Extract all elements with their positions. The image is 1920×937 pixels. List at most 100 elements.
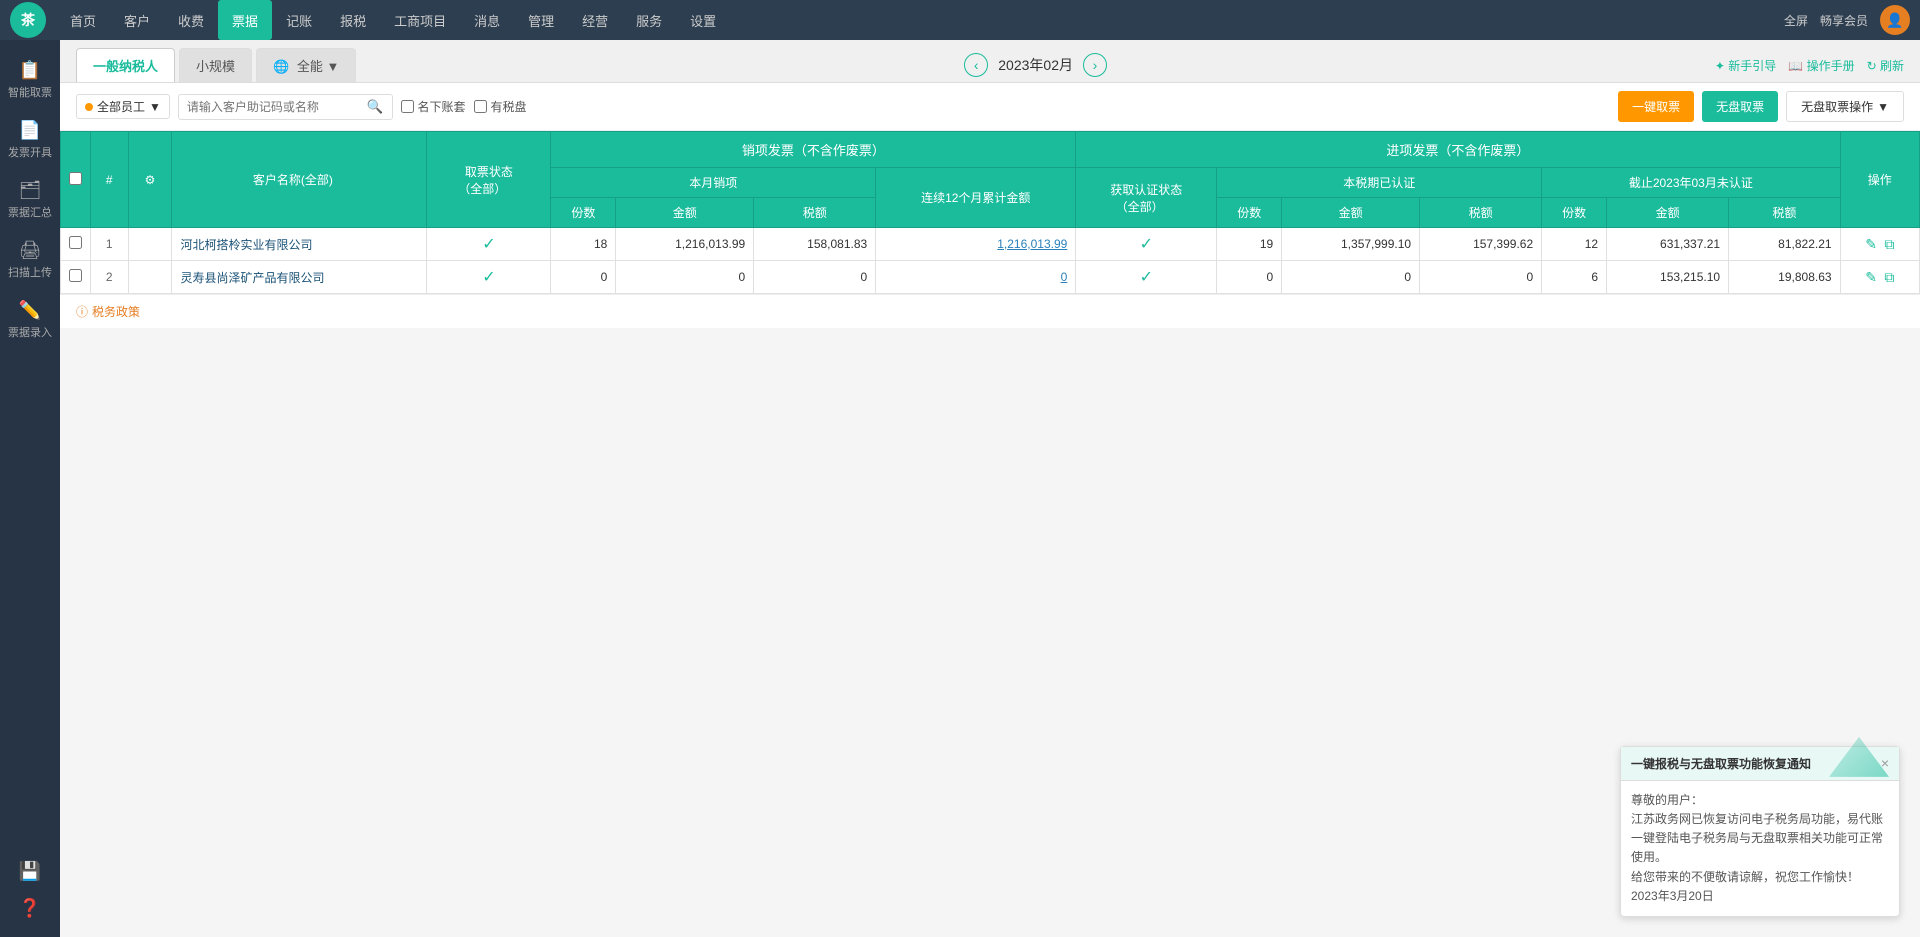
nav-client[interactable]: 客户 bbox=[110, 0, 164, 40]
nav-commerce[interactable]: 工商项目 bbox=[380, 0, 460, 40]
employee-select-arrow: ▼ bbox=[149, 100, 161, 114]
header-sales-group: 销项发票（不含作废票） bbox=[551, 132, 1076, 168]
toolbar-right-buttons: 一键取票 无盘取票 无盘取票操作 ▼ bbox=[1618, 91, 1904, 122]
row1-uncert-tax: 81,822.21 bbox=[1729, 228, 1840, 261]
company-filter-icon[interactable]: ▼ bbox=[336, 176, 346, 187]
sidebar-item-invoice-entry-label: 票据录入 bbox=[8, 324, 52, 340]
row2-copy-icon[interactable]: ⧉ bbox=[1884, 269, 1894, 285]
row2-checkbox[interactable] bbox=[69, 269, 82, 282]
checkbox-tax-disk[interactable]: 有税盘 bbox=[474, 98, 527, 115]
header-current-month: 本月销项 bbox=[551, 168, 876, 198]
row1-certify-status: ✓ bbox=[1076, 228, 1217, 261]
header-purchase-tax: 税额 bbox=[1420, 198, 1542, 228]
subledger-checkbox[interactable] bbox=[401, 100, 414, 113]
fullscreen-button[interactable]: 全屏 bbox=[1784, 12, 1808, 29]
sidebar-item-scan-upload[interactable]: 🖨 扫描上传 bbox=[0, 230, 60, 290]
row1-settings bbox=[128, 228, 172, 261]
search-button[interactable]: 🔍 bbox=[359, 95, 392, 119]
row1-sales-amount: 1,216,013.99 bbox=[616, 228, 754, 261]
refresh-button[interactable]: ↻ 刷新 bbox=[1867, 57, 1904, 74]
row1-cumulative-link[interactable]: 1,216,013.99 bbox=[997, 237, 1067, 251]
row1-company[interactable]: 河北柯搭柃实业有限公司 bbox=[172, 228, 427, 261]
sidebar-item-invoice-open[interactable]: 📄 发票开具 bbox=[0, 110, 60, 170]
manual-button[interactable]: 📖 操作手册 bbox=[1788, 57, 1854, 74]
sidebar-item-invoice-entry[interactable]: ✏️ 票据录入 bbox=[0, 290, 60, 350]
row2-cumulative-link[interactable]: 0 bbox=[1061, 270, 1068, 284]
row2-company[interactable]: 灵寿县尚泽矿产品有限公司 bbox=[172, 261, 427, 294]
header-purchase-count: 份数 bbox=[1217, 198, 1282, 228]
header-uncert-amount: 金额 bbox=[1607, 198, 1729, 228]
tab-bar: 一般纳税人 小规模 🌐 全能 ▼ ‹ 2023年02月 › ✦ 新手引导 📖 操… bbox=[60, 40, 1920, 83]
no-disc-ops-button[interactable]: 无盘取票操作 ▼ bbox=[1786, 91, 1904, 122]
sidebar-download-icon[interactable]: 💾 bbox=[11, 853, 49, 890]
row2-cumulative[interactable]: 0 bbox=[876, 261, 1076, 294]
sidebar-item-invoice-open-label: 发票开具 bbox=[8, 144, 52, 160]
month-nav: ‹ 2023年02月 › bbox=[964, 53, 1107, 77]
row1-sales-tax: 158,081.83 bbox=[754, 228, 876, 261]
row1-purchase-amount: 1,357,999.10 bbox=[1282, 228, 1420, 261]
nav-invoice[interactable]: 票据 bbox=[218, 0, 272, 40]
row2-purchase-amount: 0 bbox=[1282, 261, 1420, 294]
nav-right-area: 全屏 畅享会员 👤 bbox=[1784, 5, 1910, 35]
tax-policy-link[interactable]: 税务政策 bbox=[92, 303, 140, 320]
row2-edit-icon[interactable]: ✎ bbox=[1865, 269, 1877, 285]
search-input[interactable] bbox=[179, 96, 359, 118]
select-all-checkbox[interactable] bbox=[69, 172, 82, 185]
invoice-table-container: # ⚙ 客户名称(全部) ▼ 取票状态（全部） ▼ 销项发票（不含作废票） 进项… bbox=[60, 131, 1920, 294]
sidebar-item-invoice-summary[interactable]: 🗂 票据汇总 bbox=[0, 170, 60, 230]
tax-disk-checkbox[interactable] bbox=[474, 100, 487, 113]
one-key-fetch-button[interactable]: 一键取票 bbox=[1618, 91, 1694, 122]
certify-filter-icon[interactable]: ▼ bbox=[1167, 203, 1177, 214]
sidebar-item-invoice-summary-label: 票据汇总 bbox=[8, 204, 52, 220]
no-disc-fetch-button[interactable]: 无盘取票 bbox=[1702, 91, 1778, 122]
row1-fetch-status-icon: ✓ bbox=[482, 236, 495, 253]
prev-month-button[interactable]: ‹ bbox=[964, 53, 988, 77]
nav-tax[interactable]: 报税 bbox=[326, 0, 380, 40]
row2-purchase-count: 0 bbox=[1217, 261, 1282, 294]
nav-bookkeeping[interactable]: 记账 bbox=[272, 0, 326, 40]
header-settings: ⚙ bbox=[128, 132, 172, 228]
nav-manage[interactable]: 管理 bbox=[514, 0, 568, 40]
header-uncert-tax: 税额 bbox=[1729, 198, 1840, 228]
new-guide-button[interactable]: ✦ 新手引导 bbox=[1715, 57, 1776, 74]
nav-settings[interactable]: 设置 bbox=[676, 0, 730, 40]
nav-message[interactable]: 消息 bbox=[460, 0, 514, 40]
nav-service[interactable]: 服务 bbox=[622, 0, 676, 40]
sidebar-item-smart-fetch[interactable]: 📋 智能取票 bbox=[0, 50, 60, 110]
sidebar-help-icon[interactable]: ❓ bbox=[11, 890, 49, 927]
row1-copy-icon[interactable]: ⧉ bbox=[1884, 236, 1894, 252]
user-avatar[interactable]: 👤 bbox=[1880, 5, 1910, 35]
row1-edit-icon[interactable]: ✎ bbox=[1865, 236, 1877, 252]
notification-title: 一键报税与无盘取票功能恢复通知 bbox=[1631, 755, 1811, 772]
header-uncert-count: 份数 bbox=[1542, 198, 1607, 228]
nav-business[interactable]: 经营 bbox=[568, 0, 622, 40]
fetch-status-filter-icon[interactable]: ▼ bbox=[510, 185, 520, 196]
employee-dot bbox=[85, 103, 93, 111]
all-tab-icon: 🌐 bbox=[273, 59, 289, 74]
row2-fetch-status: ✓ bbox=[427, 261, 551, 294]
notification-panel: 一键报税与无盘取票功能恢复通知 × 尊敬的用户： 江苏政务网已恢复访问电子税务局… bbox=[1620, 746, 1900, 917]
tab-small-scale[interactable]: 小规模 bbox=[179, 48, 252, 82]
employee-select[interactable]: 全部员工 ▼ bbox=[76, 94, 170, 119]
header-operations: 操作 bbox=[1840, 132, 1919, 228]
row1-checkbox[interactable] bbox=[69, 236, 82, 249]
scan-upload-icon: 🖨 bbox=[19, 240, 42, 261]
tab-general-taxpayer[interactable]: 一般纳税人 bbox=[76, 48, 175, 82]
header-checkbox-cell bbox=[61, 132, 91, 228]
nav-fee[interactable]: 收费 bbox=[164, 0, 218, 40]
tax-disk-label: 有税盘 bbox=[491, 98, 527, 115]
notification-greeting: 尊敬的用户： bbox=[1631, 791, 1889, 810]
row1-uncert-amount: 631,337.21 bbox=[1607, 228, 1729, 261]
header-uncertified: 截止2023年03月未认证 bbox=[1542, 168, 1840, 198]
sidebar-item-smart-fetch-label: 智能取票 bbox=[8, 84, 52, 100]
row1-cumulative[interactable]: 1,216,013.99 bbox=[876, 228, 1076, 261]
row2-uncert-amount: 153,215.10 bbox=[1607, 261, 1729, 294]
row1-checkbox-cell bbox=[61, 228, 91, 261]
checkbox-subledger[interactable]: 名下账套 bbox=[401, 98, 466, 115]
member-button[interactable]: 畅享会员 bbox=[1820, 12, 1868, 29]
row2-checkbox-cell bbox=[61, 261, 91, 294]
nav-home[interactable]: 首页 bbox=[56, 0, 110, 40]
table-row: 1 河北柯搭柃实业有限公司 ✓ 18 1,216,013.99 158,081.… bbox=[61, 228, 1920, 261]
tab-all[interactable]: 🌐 全能 ▼ bbox=[256, 48, 356, 82]
next-month-button[interactable]: › bbox=[1083, 53, 1107, 77]
